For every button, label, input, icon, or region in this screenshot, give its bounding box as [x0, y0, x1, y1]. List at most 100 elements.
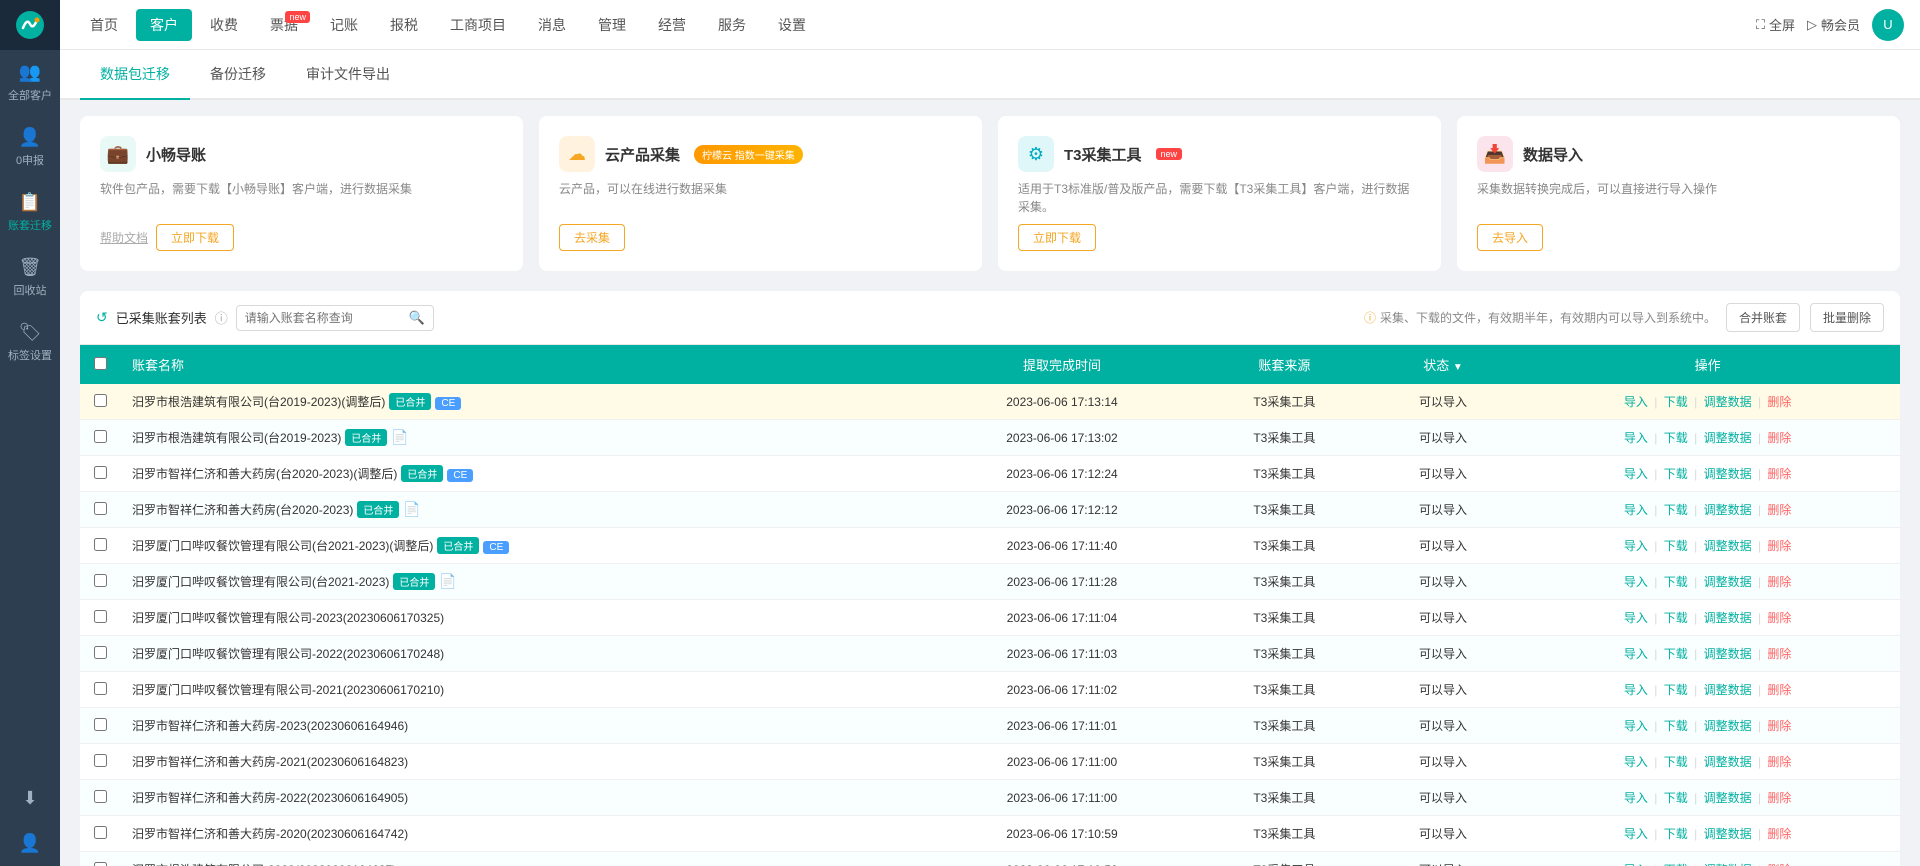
import-action[interactable]: 导入 — [1624, 575, 1648, 589]
search-icon[interactable]: 🔍 — [409, 310, 425, 326]
download-now-button[interactable]: 立即下载 — [156, 224, 234, 251]
delete-action[interactable]: 删除 — [1767, 431, 1791, 445]
import-action[interactable]: 导入 — [1624, 647, 1648, 661]
go-import-button[interactable]: 去导入 — [1477, 224, 1543, 251]
row-checkbox[interactable] — [94, 862, 107, 866]
nav-home[interactable]: 首页 — [76, 9, 132, 41]
row-checkbox[interactable] — [94, 826, 107, 839]
nav-tax[interactable]: 报税 — [376, 9, 432, 41]
delete-action[interactable]: 删除 — [1767, 395, 1791, 409]
adjust-action[interactable]: 调整数据 — [1704, 395, 1752, 409]
user-avatar[interactable]: U — [1872, 9, 1904, 41]
nav-bookkeeping[interactable]: 记账 — [316, 9, 372, 41]
download-action[interactable]: 下载 — [1664, 791, 1688, 805]
sidebar-item-account-migrate[interactable]: 📋 账套迁移 — [0, 180, 60, 245]
adjust-action[interactable]: 调整数据 — [1704, 575, 1752, 589]
help-icon[interactable]: ⓘ — [215, 308, 228, 327]
download-t3-button[interactable]: 立即下载 — [1018, 224, 1096, 251]
download-action[interactable]: 下载 — [1664, 431, 1688, 445]
nav-billing[interactable]: 收费 — [196, 9, 252, 41]
member-button[interactable]: ▷ 畅会员 — [1807, 15, 1860, 34]
adjust-action[interactable]: 调整数据 — [1704, 683, 1752, 697]
download-action[interactable]: 下载 — [1664, 395, 1688, 409]
nav-business[interactable]: 工商项目 — [436, 9, 520, 41]
row-checkbox[interactable] — [94, 718, 107, 731]
import-action[interactable]: 导入 — [1624, 611, 1648, 625]
app-logo[interactable] — [0, 0, 60, 50]
row-checkbox[interactable] — [94, 502, 107, 515]
delete-action[interactable]: 删除 — [1767, 755, 1791, 769]
download-action[interactable]: 下载 — [1664, 755, 1688, 769]
import-action[interactable]: 导入 — [1624, 755, 1648, 769]
nav-management[interactable]: 管理 — [584, 9, 640, 41]
adjust-action[interactable]: 调整数据 — [1704, 719, 1752, 733]
sidebar-item-all-clients[interactable]: 👥 全部客户 — [0, 50, 60, 115]
delete-action[interactable]: 删除 — [1767, 611, 1791, 625]
nav-service[interactable]: 服务 — [704, 9, 760, 41]
import-action[interactable]: 导入 — [1624, 431, 1648, 445]
adjust-action[interactable]: 调整数据 — [1704, 467, 1752, 481]
sidebar-item-tag-settings[interactable]: 🏷 标签设置 — [0, 310, 60, 375]
row-checkbox[interactable] — [94, 682, 107, 695]
import-action[interactable]: 导入 — [1624, 467, 1648, 481]
tab-audit-export[interactable]: 审计文件导出 — [286, 50, 410, 100]
adjust-action[interactable]: 调整数据 — [1704, 791, 1752, 805]
adjust-action[interactable]: 调整数据 — [1704, 539, 1752, 553]
go-collect-button[interactable]: 去采集 — [559, 224, 625, 251]
row-checkbox[interactable] — [94, 538, 107, 551]
row-checkbox[interactable] — [94, 754, 107, 767]
adjust-action[interactable]: 调整数据 — [1704, 827, 1752, 841]
download-action[interactable]: 下载 — [1664, 611, 1688, 625]
merge-account-button[interactable]: 合并账套 — [1726, 303, 1800, 332]
help-doc-button[interactable]: 帮助文档 — [100, 229, 148, 246]
download-action[interactable]: 下载 — [1664, 467, 1688, 481]
row-checkbox[interactable] — [94, 574, 107, 587]
refresh-icon[interactable]: ↺ — [96, 309, 108, 326]
download-action[interactable]: 下载 — [1664, 719, 1688, 733]
delete-action[interactable]: 删除 — [1767, 575, 1791, 589]
batch-delete-button[interactable]: 批量删除 — [1810, 303, 1884, 332]
sidebar-item-download[interactable]: ⬇ — [0, 776, 60, 821]
sidebar-item-recycle[interactable]: 🗑 回收站 — [0, 245, 60, 310]
import-action[interactable]: 导入 — [1624, 395, 1648, 409]
delete-action[interactable]: 删除 — [1767, 647, 1791, 661]
nav-operation[interactable]: 经营 — [644, 9, 700, 41]
delete-action[interactable]: 删除 — [1767, 539, 1791, 553]
nav-message[interactable]: 消息 — [524, 9, 580, 41]
sidebar-item-zero-report[interactable]: 👤 0申报 — [0, 115, 60, 180]
delete-action[interactable]: 删除 — [1767, 467, 1791, 481]
row-checkbox[interactable] — [94, 430, 107, 443]
search-input[interactable] — [245, 311, 405, 325]
import-action[interactable]: 导入 — [1624, 503, 1648, 517]
delete-action[interactable]: 删除 — [1767, 503, 1791, 517]
nav-invoice[interactable]: 票据 new — [256, 9, 312, 41]
download-action[interactable]: 下载 — [1664, 683, 1688, 697]
tab-data-migrate[interactable]: 数据包迁移 — [80, 50, 190, 100]
fullscreen-button[interactable]: ⛶ 全屏 — [1756, 15, 1795, 34]
delete-action[interactable]: 删除 — [1767, 827, 1791, 841]
download-action[interactable]: 下载 — [1664, 827, 1688, 841]
tab-backup-migrate[interactable]: 备份迁移 — [190, 50, 286, 100]
adjust-action[interactable]: 调整数据 — [1704, 503, 1752, 517]
row-checkbox[interactable] — [94, 646, 107, 659]
adjust-action[interactable]: 调整数据 — [1704, 755, 1752, 769]
download-action[interactable]: 下载 — [1664, 539, 1688, 553]
delete-action[interactable]: 删除 — [1767, 683, 1791, 697]
import-action[interactable]: 导入 — [1624, 791, 1648, 805]
download-action[interactable]: 下载 — [1664, 503, 1688, 517]
row-checkbox[interactable] — [94, 610, 107, 623]
adjust-action[interactable]: 调整数据 — [1704, 611, 1752, 625]
import-action[interactable]: 导入 — [1624, 719, 1648, 733]
row-checkbox[interactable] — [94, 466, 107, 479]
delete-action[interactable]: 删除 — [1767, 791, 1791, 805]
nav-settings[interactable]: 设置 — [764, 9, 820, 41]
import-action[interactable]: 导入 — [1624, 539, 1648, 553]
row-checkbox[interactable] — [94, 790, 107, 803]
download-action[interactable]: 下载 — [1664, 575, 1688, 589]
import-action[interactable]: 导入 — [1624, 827, 1648, 841]
row-checkbox[interactable] — [94, 394, 107, 407]
delete-action[interactable]: 删除 — [1767, 719, 1791, 733]
import-action[interactable]: 导入 — [1624, 683, 1648, 697]
nav-client[interactable]: 客户 — [136, 9, 192, 41]
sidebar-item-user[interactable]: 👤 — [0, 821, 60, 866]
